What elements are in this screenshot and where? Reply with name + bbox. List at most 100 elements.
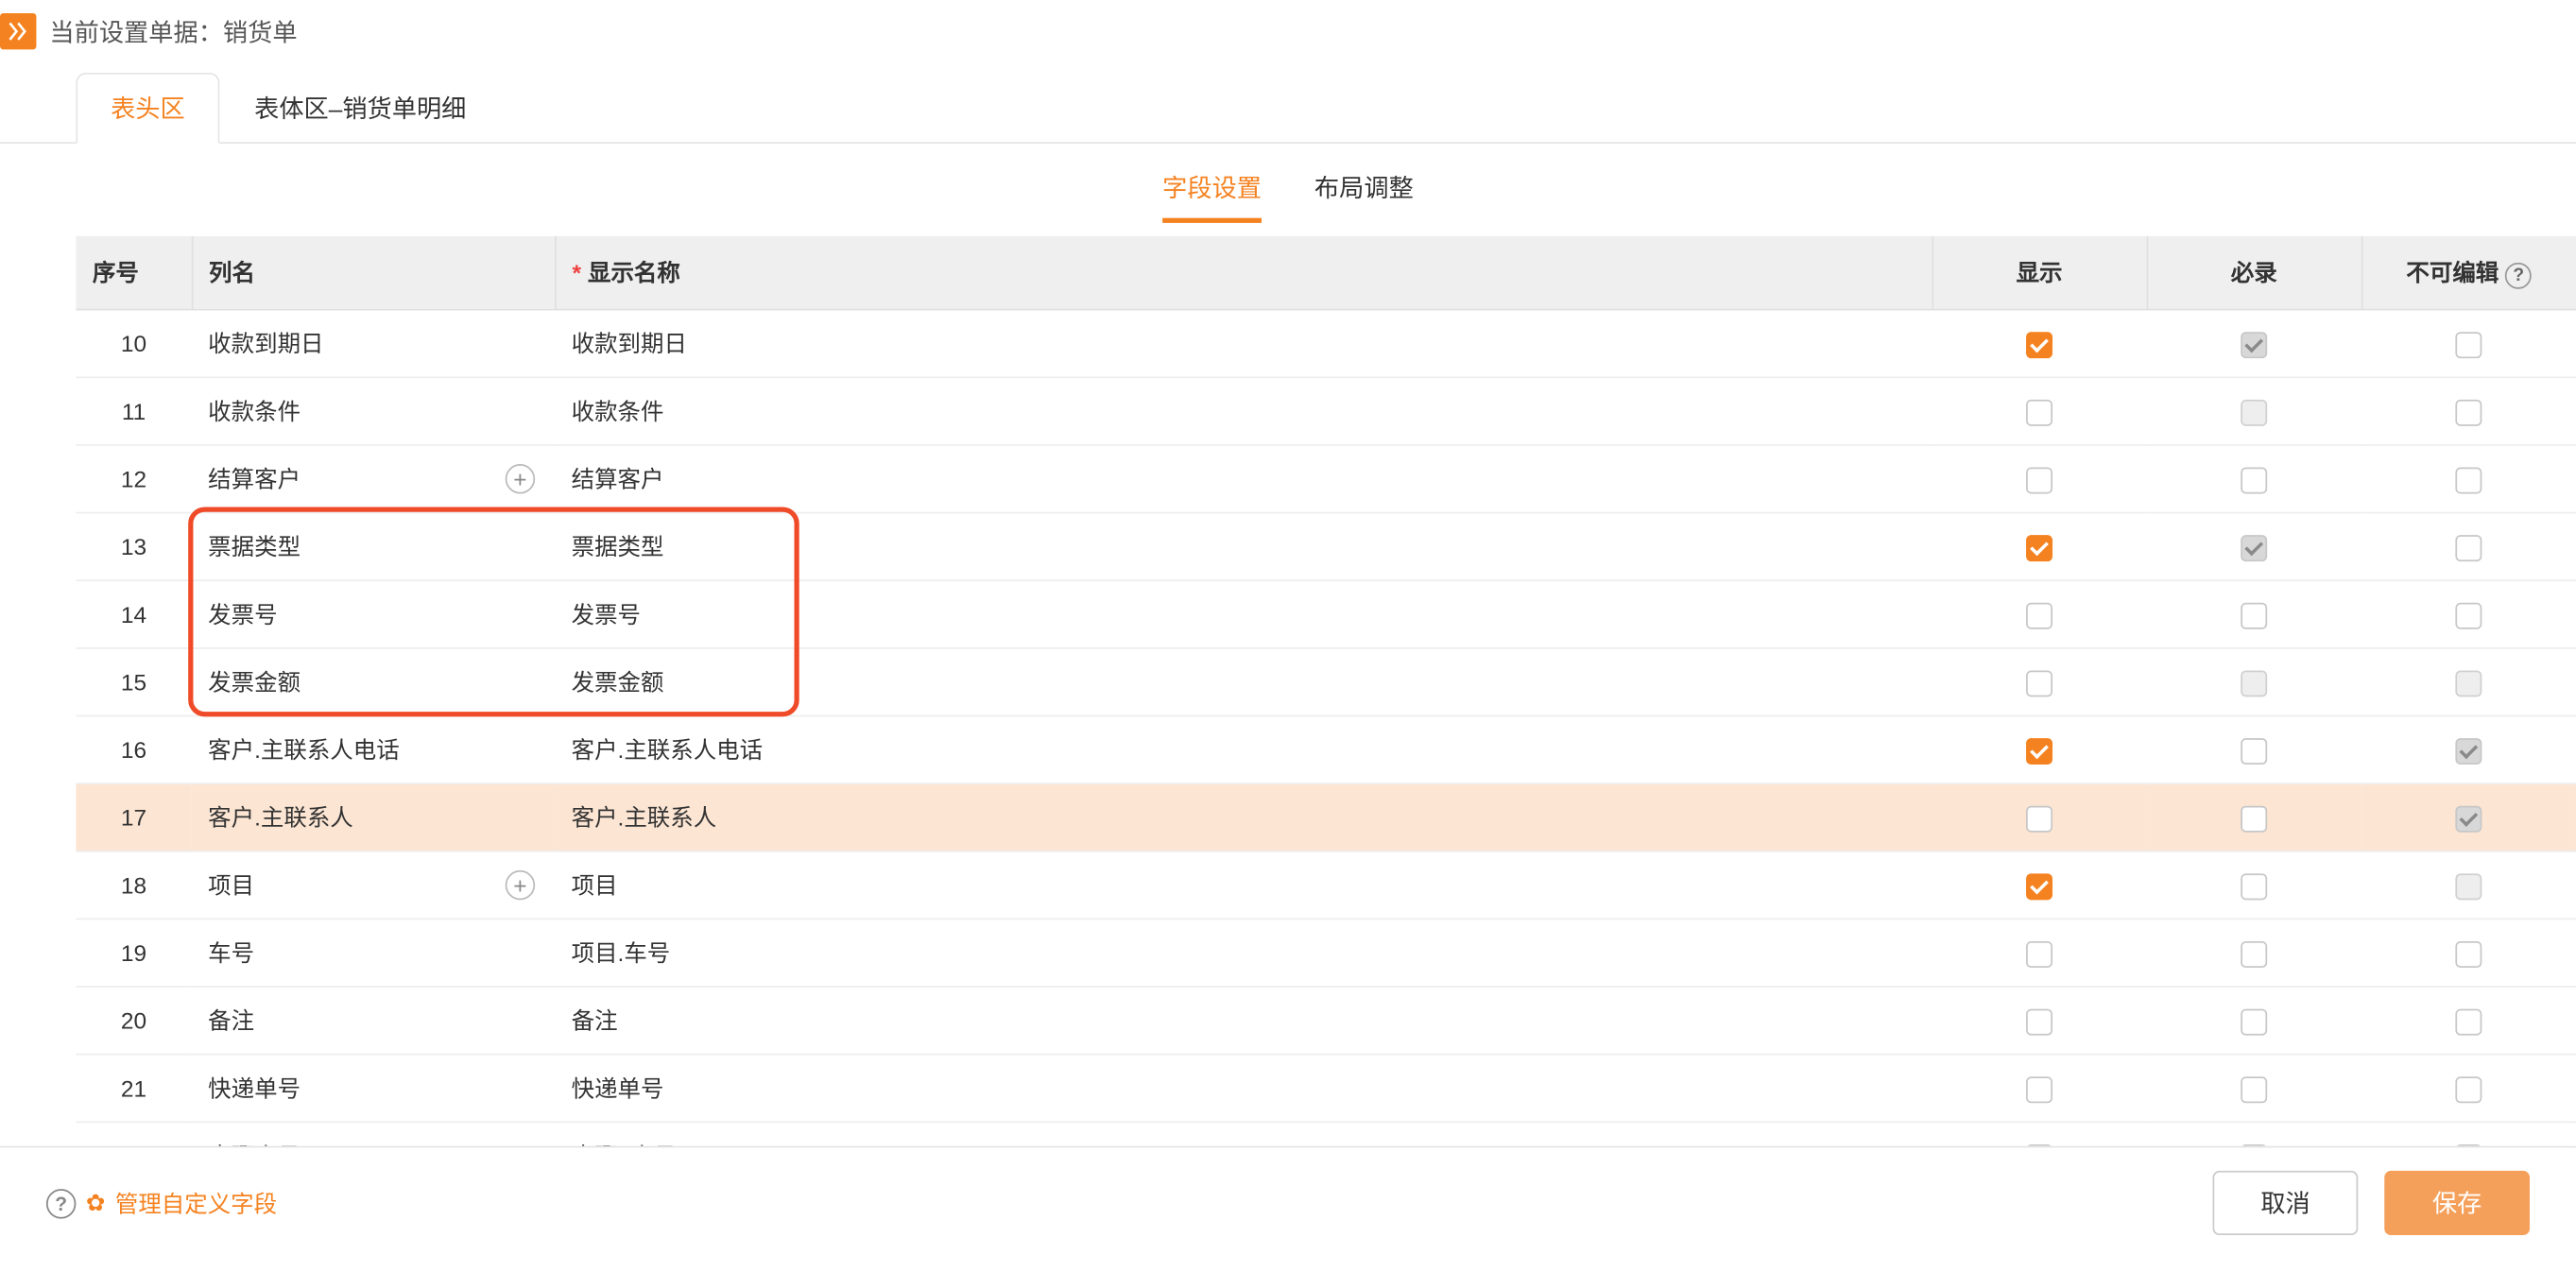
cell-seq: 18 — [76, 851, 191, 920]
checkbox-required — [2241, 399, 2267, 425]
cell-display-name[interactable]: 收款到期日 — [555, 310, 1932, 378]
cell-display-name[interactable]: 收款条件 — [555, 377, 1932, 445]
cell-seq: 12 — [76, 445, 191, 513]
help-circle-icon[interactable]: ? — [46, 1188, 76, 1217]
cancel-button[interactable]: 取消 — [2213, 1171, 2359, 1235]
checkbox-required[interactable] — [2241, 1076, 2267, 1103]
tab-primary-1[interactable]: 表体区–销货单明细 — [219, 73, 501, 144]
checkbox-locked[interactable] — [2455, 1008, 2482, 1035]
table-row: 21快递单号快递单号 — [76, 1055, 2576, 1123]
checkbox-locked[interactable] — [2455, 535, 2482, 561]
checkbox-show[interactable] — [2026, 332, 2052, 358]
checkbox-locked[interactable] — [2455, 332, 2482, 358]
checkbox-required[interactable] — [2241, 1008, 2267, 1035]
cell-seq: 11 — [76, 377, 191, 445]
cell-display-name[interactable]: 项目.车号 — [555, 919, 1932, 987]
cell-name: 项目+ — [192, 851, 555, 920]
checkbox-required[interactable] — [2241, 805, 2267, 832]
cell-display-name[interactable]: 客户.主联系人电话 — [555, 715, 1932, 783]
cell-show — [1932, 783, 2146, 851]
checkbox-locked[interactable] — [2455, 602, 2482, 628]
tab-secondary-0[interactable]: 字段设置 — [1162, 170, 1262, 223]
checkbox-show[interactable] — [2026, 602, 2052, 628]
add-child-field-button[interactable]: + — [506, 870, 535, 900]
table-row: 10收款到期日收款到期日 — [76, 310, 2576, 378]
checkbox-show[interactable] — [2026, 805, 2052, 832]
cell-name: 收款条件 — [192, 377, 555, 445]
cell-show — [1932, 715, 2146, 783]
cell-required — [2147, 648, 2361, 716]
checkbox-show[interactable] — [2026, 873, 2052, 900]
cell-locked — [2361, 377, 2576, 445]
help-icon[interactable]: ? — [2505, 263, 2532, 289]
checkbox-show[interactable] — [2026, 1076, 2052, 1103]
cell-display-name[interactable]: 项目 — [555, 851, 1932, 920]
checkbox-show[interactable] — [2026, 670, 2052, 696]
cell-locked — [2361, 715, 2576, 783]
cell-name: 备注 — [192, 987, 555, 1055]
cell-required — [2147, 783, 2361, 851]
cell-name: 收款到期日 — [192, 310, 555, 378]
cell-display-name[interactable]: 备注 — [555, 987, 1932, 1055]
checkbox-show[interactable] — [2026, 467, 2052, 493]
checkbox-show[interactable] — [2026, 535, 2052, 561]
cell-display-name[interactable]: 发票号 — [555, 580, 1932, 648]
cell-name: 客户.主联系人 — [192, 783, 555, 851]
cell-seq: 20 — [76, 987, 191, 1055]
checkbox-required[interactable] — [2241, 467, 2267, 493]
checkbox-required[interactable] — [2241, 737, 2267, 764]
cell-name: 车号 — [192, 919, 555, 987]
cell-display-name[interactable]: 结算客户 — [555, 445, 1932, 513]
checkbox-locked[interactable] — [2455, 940, 2482, 967]
checkbox-show[interactable] — [2026, 399, 2052, 425]
cell-display-name[interactable]: 快递单号 — [555, 1055, 1932, 1123]
manage-custom-fields-link[interactable]: 管理自定义字段 — [115, 1187, 277, 1220]
cell-required — [2147, 377, 2361, 445]
col-header-name: 列名 — [192, 236, 555, 310]
checkbox-locked[interactable] — [2455, 1076, 2482, 1103]
checkbox-locked[interactable] — [2455, 399, 2482, 425]
cell-required — [2147, 513, 2361, 581]
table-row: 20备注备注 — [76, 987, 2576, 1055]
add-child-field-button[interactable]: + — [506, 464, 535, 493]
cell-seq: 16 — [76, 715, 191, 783]
checkbox-required — [2241, 670, 2267, 696]
col-header-display: *显示名称 — [555, 236, 1932, 310]
cell-show — [1932, 1055, 2146, 1123]
cell-name: 发票金额 — [192, 648, 555, 716]
checkbox-show[interactable] — [2026, 1008, 2052, 1035]
cell-seq: 13 — [76, 513, 191, 581]
checkbox-required[interactable] — [2241, 940, 2267, 967]
checkbox-show[interactable] — [2026, 940, 2052, 967]
checkbox-required[interactable] — [2241, 602, 2267, 628]
save-button[interactable]: 保存 — [2384, 1171, 2530, 1235]
cell-locked — [2361, 987, 2576, 1055]
cell-display-name[interactable]: 客户.主联系人 — [555, 783, 1932, 851]
cell-display-name[interactable]: 发票金额 — [555, 648, 1932, 716]
tab-secondary-1[interactable]: 布局调整 — [1314, 170, 1414, 223]
cell-required — [2147, 580, 2361, 648]
table-row: 17客户.主联系人客户.主联系人 — [76, 783, 2576, 851]
expand-panel-button[interactable] — [0, 13, 36, 49]
gear-icon: ✿ — [86, 1189, 106, 1217]
topbar-label: 当前设置单据： — [49, 14, 223, 49]
cell-display-name[interactable]: 票据类型 — [555, 513, 1932, 581]
cell-seq: 17 — [76, 783, 191, 851]
cell-required — [2147, 715, 2361, 783]
cell-name: 发票号 — [192, 580, 555, 648]
tab-primary-0[interactable]: 表头区 — [76, 73, 219, 144]
cell-seq: 14 — [76, 580, 191, 648]
checkbox-locked[interactable] — [2455, 467, 2482, 493]
cell-show — [1932, 377, 2146, 445]
table-row: 11收款条件收款条件 — [76, 377, 2576, 445]
cell-required — [2147, 1055, 2361, 1123]
cell-seq: 15 — [76, 648, 191, 716]
cell-show — [1932, 513, 2146, 581]
cell-required — [2147, 919, 2361, 987]
cell-show — [1932, 987, 2146, 1055]
footer-bar: ? ✿ 管理自定义字段 取消 保存 — [0, 1146, 2576, 1259]
cell-locked — [2361, 310, 2576, 378]
col-header-locked: 不可编辑? — [2361, 236, 2576, 310]
checkbox-show[interactable] — [2026, 737, 2052, 764]
checkbox-required[interactable] — [2241, 873, 2267, 900]
